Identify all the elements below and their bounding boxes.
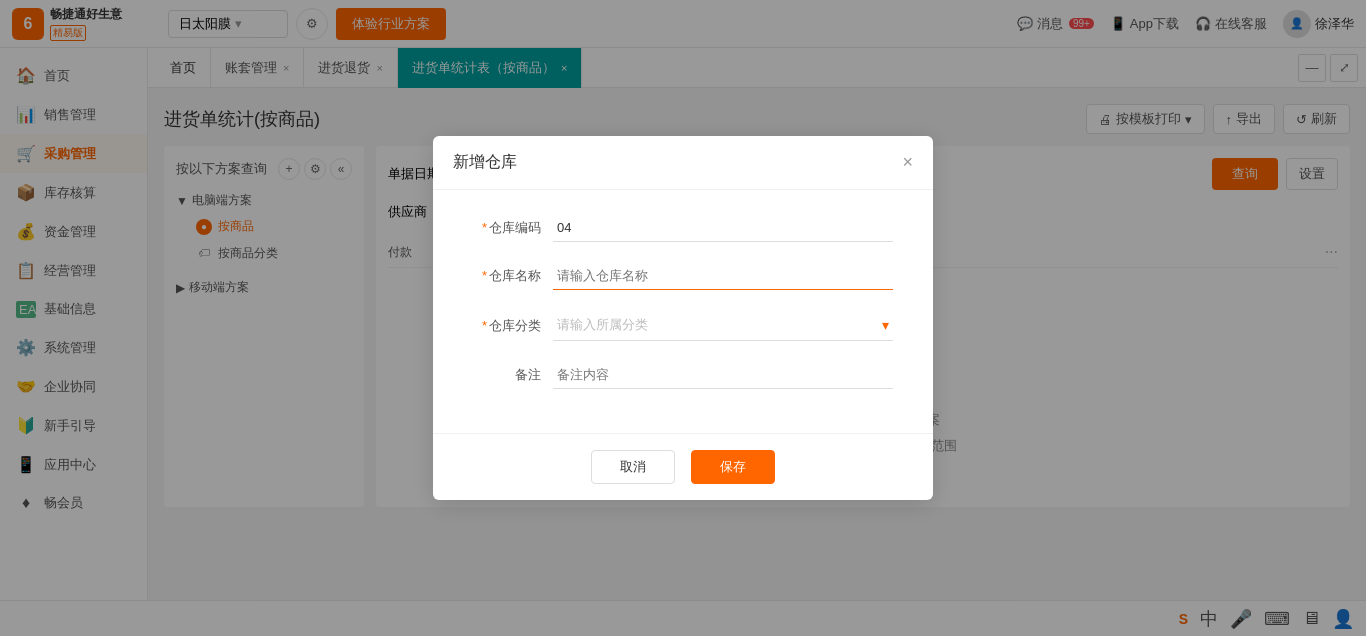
- modal-header: 新增仓库 ×: [433, 136, 933, 190]
- warehouse-name-label: 仓库名称: [473, 267, 553, 285]
- warehouse-remark-label: 备注: [473, 366, 553, 384]
- warehouse-code-row: 仓库编码: [473, 214, 893, 242]
- warehouse-name-input[interactable]: [553, 262, 893, 290]
- warehouse-remark-row: 备注: [473, 361, 893, 389]
- modal-title: 新增仓库: [453, 152, 517, 173]
- save-button[interactable]: 保存: [691, 450, 775, 484]
- warehouse-category-arrow-icon: ▾: [882, 317, 889, 333]
- modal-body: 仓库编码 仓库名称 仓库分类 请输入所属分类 ▾ 备注: [433, 190, 933, 433]
- warehouse-category-select[interactable]: 请输入所属分类 ▾: [553, 310, 893, 341]
- warehouse-code-input[interactable]: [553, 214, 893, 242]
- warehouse-name-row: 仓库名称: [473, 262, 893, 290]
- cancel-button[interactable]: 取消: [591, 450, 675, 484]
- add-warehouse-modal: 新增仓库 × 仓库编码 仓库名称 仓库分类 请输入所属分类 ▾: [433, 136, 933, 500]
- modal-close-button[interactable]: ×: [902, 152, 913, 173]
- warehouse-remark-input[interactable]: [553, 361, 893, 389]
- warehouse-category-placeholder: 请输入所属分类: [557, 316, 648, 334]
- warehouse-category-label: 仓库分类: [473, 317, 553, 335]
- warehouse-category-row: 仓库分类 请输入所属分类 ▾: [473, 310, 893, 341]
- modal-footer: 取消 保存: [433, 433, 933, 500]
- warehouse-code-label: 仓库编码: [473, 219, 553, 237]
- modal-overlay: 新增仓库 × 仓库编码 仓库名称 仓库分类 请输入所属分类 ▾: [0, 0, 1366, 636]
